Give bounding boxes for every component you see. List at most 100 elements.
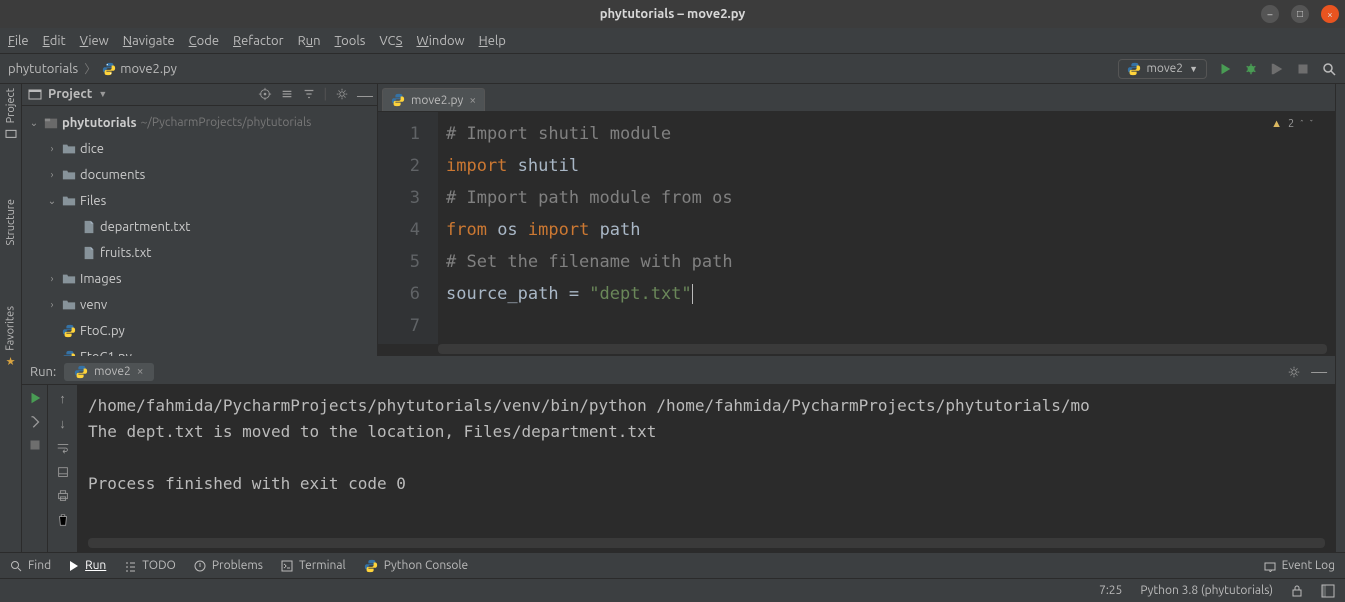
hide-icon[interactable]: — [1311,363,1327,381]
tree-row[interactable]: ›Images [22,266,377,292]
ide-icon[interactable] [1321,584,1335,598]
run-tool-window: Run: move2 × — [22,356,1335,552]
run-tab[interactable]: move2 × [64,363,153,381]
code-area[interactable]: # Import shutil moduleimport shutil# Imp… [438,112,1335,344]
menu-edit[interactable]: Edit [43,34,66,48]
minimize-button[interactable]: – [1261,5,1279,23]
tree-row[interactable]: department.txt [22,214,377,240]
down-icon[interactable]: ↓ [59,416,66,431]
locate-icon[interactable] [258,87,272,101]
code-line[interactable]: import shutil [446,150,1335,182]
expand-icon[interactable]: › [46,138,58,160]
tool-todo[interactable]: TODO [124,559,176,572]
left-tool-strip: Project Structure ★ Favorites [0,84,22,552]
tree-row[interactable]: ›documents [22,162,377,188]
menu-help[interactable]: Help [479,34,506,48]
lock-icon[interactable] [1291,585,1303,597]
expand-icon[interactable]: › [46,294,58,316]
menu-vcs[interactable]: VCS [379,34,402,48]
tool-problems[interactable]: Problems [194,559,263,572]
menu-window[interactable]: Window [416,34,464,48]
menu-refactor[interactable]: Refactor [233,34,284,48]
gutter[interactable]: 1234567 [378,112,438,344]
project-header: Project ▼ | — [22,84,377,106]
close-icon[interactable]: × [137,365,144,378]
modify-run-button[interactable] [28,415,42,429]
rerun-button[interactable] [28,391,42,405]
tree-item-label: dice [80,138,104,160]
menu-navigate[interactable]: Navigate [123,34,175,48]
run-config-selector[interactable]: move2 ▼ [1118,59,1208,79]
code-line[interactable]: # Import path module from os [446,182,1335,214]
editor-tab[interactable]: move2.py × [382,88,485,111]
chevron-down-icon: ˇ [1310,119,1313,129]
menu-run[interactable]: Run [298,34,321,48]
tree-row[interactable]: FtoC.py [22,318,377,344]
project-tree[interactable]: ⌄ phytutorials ~/PycharmProjects/phytuto… [22,106,377,356]
toolbar-right: move2 ▼ [1118,59,1338,79]
tree-row[interactable]: FtoC1.py [22,344,377,356]
tree-row[interactable]: › dice [22,136,377,162]
delete-icon[interactable] [56,513,70,527]
breadcrumb-root[interactable]: phytutorials [8,62,78,76]
tree-row[interactable]: ›venv [22,292,377,318]
caret-position[interactable]: 7:25 [1099,584,1122,597]
console-output[interactable]: /home/fahmida/PycharmProjects/phytutoria… [78,385,1335,538]
collapse-all-icon[interactable] [302,87,316,101]
tree-row[interactable]: fruits.txt [22,240,377,266]
left-tab-structure[interactable]: Structure [5,199,17,246]
stop-button[interactable] [29,439,41,451]
tree-root[interactable]: ⌄ phytutorials ~/PycharmProjects/phytuto… [22,110,377,136]
menu-view[interactable]: View [80,34,109,48]
soft-wrap-icon[interactable] [56,441,70,455]
inspection-badge[interactable]: ▲ 2 ˆ ˇ [1271,118,1313,130]
scroll-end-icon[interactable] [56,465,70,479]
console-horizontal-scrollbar[interactable] [88,538,1325,548]
tool-terminal[interactable]: Terminal [281,559,346,572]
editor-horizontal-scrollbar[interactable] [438,344,1327,354]
debug-button[interactable] [1243,61,1259,77]
expand-icon[interactable]: › [46,164,58,186]
expand-all-icon[interactable] [280,87,294,101]
python-interpreter[interactable]: Python 3.8 (phytutorials) [1140,584,1273,597]
tree-item-label: Files [80,190,106,212]
code-line[interactable]: from os import path [446,214,1335,246]
menu-code[interactable]: Code [189,34,219,48]
up-icon[interactable]: ↑ [59,391,66,406]
tool-find[interactable]: Find [10,559,51,572]
tool-pyconsole-label: Python Console [384,559,469,572]
coverage-button[interactable] [1269,61,1285,77]
code-line[interactable]: # Set the filename with path [446,246,1335,278]
tool-pyconsole[interactable]: Python Console [364,559,469,573]
menu-tools[interactable]: Tools [335,34,366,48]
warning-count: 2 [1288,118,1294,130]
project-tool-window: Project ▼ | — ⌄ [22,84,378,356]
breadcrumb-file[interactable]: move2.py [102,62,177,76]
python-icon [1127,62,1141,76]
hide-icon[interactable]: — [357,87,371,101]
print-icon[interactable] [56,489,70,503]
stop-button[interactable] [1295,61,1311,77]
expand-icon[interactable]: › [46,268,58,290]
tool-run[interactable]: Run [69,559,106,572]
chevron-down-icon[interactable]: ▼ [98,89,107,99]
left-tab-project[interactable]: Project [5,88,17,139]
code-line[interactable]: source_path = "dept.txt" [446,278,1335,310]
close-icon[interactable]: × [469,94,476,107]
maximize-button[interactable]: □ [1291,5,1309,23]
python-icon [74,365,88,379]
expand-icon[interactable]: ⌄ [28,112,40,134]
run-button[interactable] [1217,61,1233,77]
editor-body[interactable]: 1234567 # Import shutil moduleimport shu… [378,112,1335,344]
close-button[interactable]: × [1321,5,1339,23]
tool-eventlog[interactable]: Event Log [1264,559,1335,572]
menu-file[interactable]: File [8,34,29,48]
left-tab-favorites[interactable]: ★ Favorites [4,306,17,368]
expand-icon[interactable]: ⌄ [46,190,58,212]
gear-icon[interactable] [1287,365,1301,379]
tool-find-label: Find [28,559,51,572]
search-everywhere-button[interactable] [1321,61,1337,77]
tree-row[interactable]: ⌄ Files [22,188,377,214]
code-line[interactable]: # Import shutil module [446,118,1335,150]
gear-icon[interactable] [335,87,349,101]
